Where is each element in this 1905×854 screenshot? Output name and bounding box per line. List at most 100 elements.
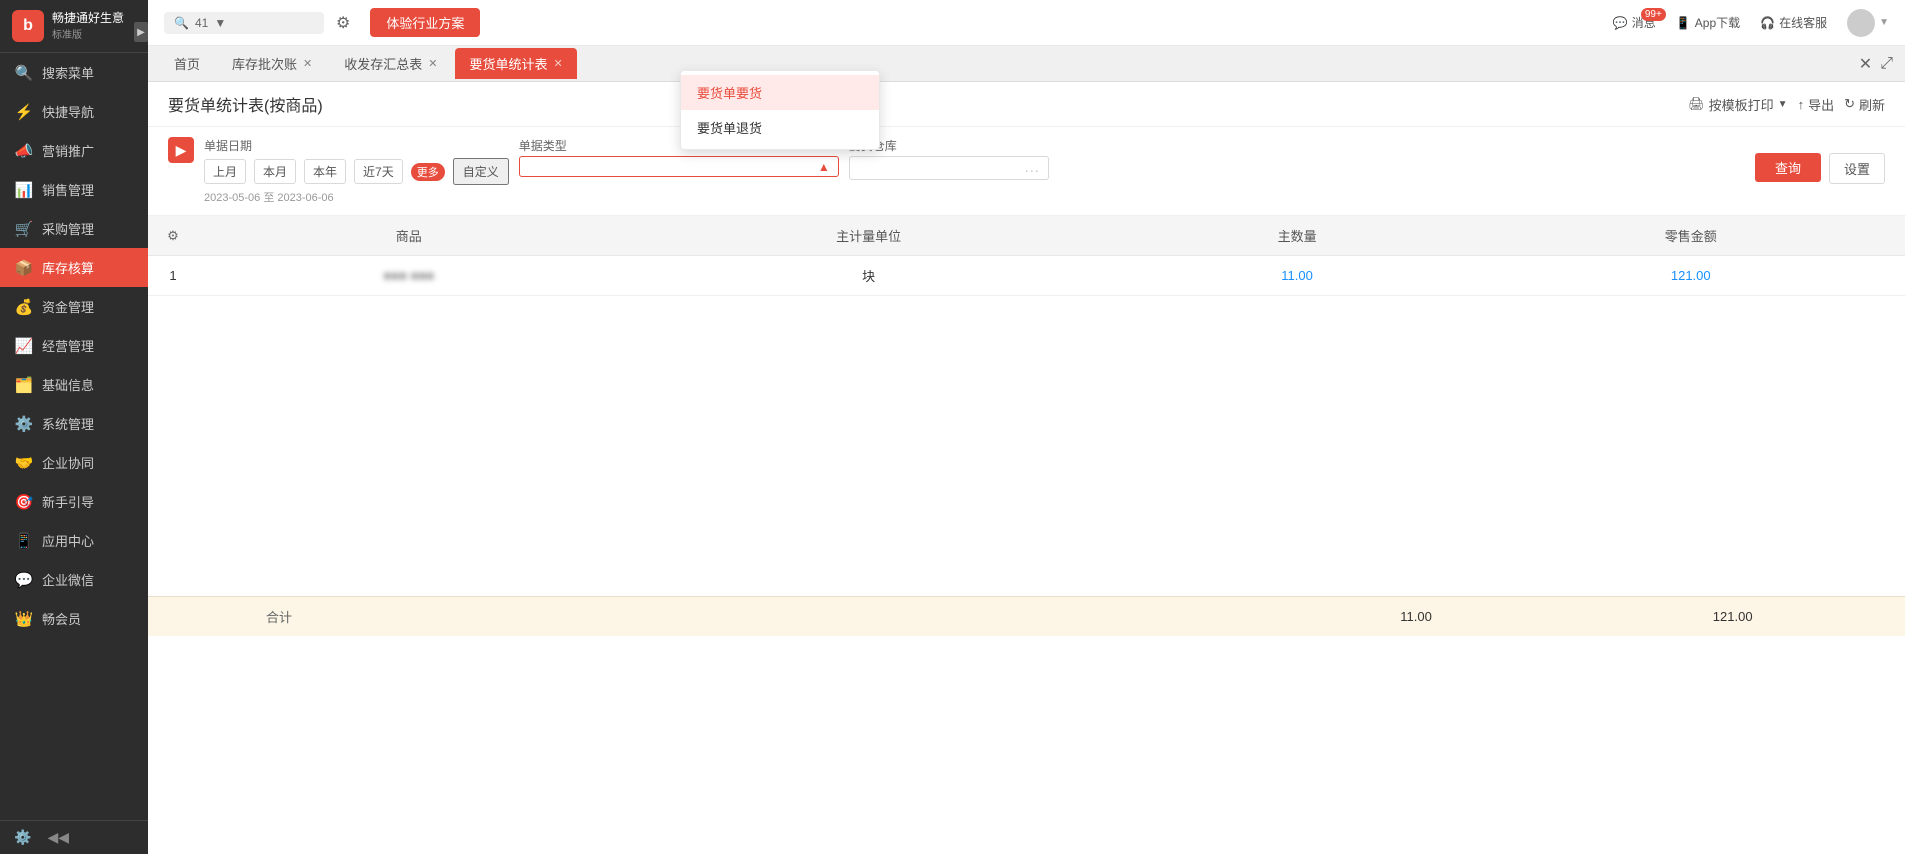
- crown-icon: 👑: [14, 610, 34, 628]
- tab-batch[interactable]: 库存批次账 ✕: [218, 48, 326, 79]
- tab-close-batch[interactable]: ✕: [303, 57, 312, 70]
- filter-settings-btn[interactable]: 设置: [1829, 153, 1885, 184]
- sidebar-menu: 🔍 搜索菜单 ⚡ 快捷导航 📣 营销推广 📊 销售管理 🛒 采购管理 📦 库存核…: [0, 53, 148, 820]
- column-settings-icon[interactable]: ⚙: [167, 228, 179, 243]
- footer-quantity: 11.00: [1258, 609, 1575, 624]
- col-amount: 零售金额: [1477, 216, 1905, 256]
- type-filter-input-wrapper[interactable]: ▲: [519, 156, 839, 177]
- tab-home[interactable]: 首页: [160, 48, 214, 79]
- sidebar-item-purchase[interactable]: 🛒 采购管理: [0, 209, 148, 248]
- money-icon: 💰: [14, 298, 34, 316]
- chevron-down-print-icon: ▼: [1778, 99, 1788, 110]
- app-name: 畅捷通好生意 标准版: [52, 11, 124, 42]
- user-avatar[interactable]: ▼: [1847, 9, 1889, 37]
- filter-bar: ▶ 单据日期 上月 本月 本年 近7天 更多 自定义 2023-05-06 至 …: [148, 127, 1905, 216]
- sidebar-footer: ⚙️ ◀◀: [0, 820, 148, 854]
- sidebar: b 畅捷通好生意 标准版 ▶ 🔍 搜索菜单 ⚡ 快捷导航 📣 营销推广 📊 销售…: [0, 0, 148, 854]
- app-download-btn[interactable]: 📱 App下载: [1676, 14, 1740, 31]
- ellipsis-icon[interactable]: …: [1024, 159, 1040, 177]
- box-icon: 📦: [14, 259, 34, 277]
- date-custom-btn[interactable]: 自定义: [453, 158, 509, 185]
- filter-expand-btn[interactable]: ▶: [168, 137, 194, 163]
- empty-area: [148, 296, 1905, 596]
- tab-expand-btn[interactable]: ⤢: [1880, 55, 1893, 73]
- sidebar-item-guide[interactable]: 🎯 新手引导: [0, 482, 148, 521]
- online-service-btn[interactable]: 🎧 在线客服: [1760, 14, 1827, 31]
- handshake-icon: 🤝: [14, 454, 34, 472]
- export-icon: ↑: [1798, 97, 1805, 112]
- sidebar-item-system[interactable]: ⚙️ 系统管理: [0, 404, 148, 443]
- sidebar-item-apps[interactable]: 📱 应用中心: [0, 521, 148, 560]
- notification-btn[interactable]: 💬 消息 99+: [1613, 14, 1656, 31]
- tab-requisition[interactable]: 要货单统计表 ✕: [455, 48, 576, 79]
- table-body: 1 ■■■ ■■■ 块 11.00 121.00: [148, 256, 1905, 296]
- tab-close-receive[interactable]: ✕: [428, 57, 437, 70]
- chevron-down-icon: ▼: [214, 16, 226, 30]
- col-settings[interactable]: ⚙: [148, 216, 198, 256]
- collapse-icon[interactable]: ◀◀: [47, 829, 69, 846]
- type-filter-input[interactable]: [528, 159, 818, 174]
- date-range-text: 2023-05-06 至 2023-06-06: [204, 189, 509, 205]
- type-dropdown: 要货单要货 要货单退货: [680, 82, 880, 150]
- printer-icon: 🖨: [1688, 96, 1705, 112]
- refresh-btn[interactable]: ↻ 刷新: [1844, 95, 1885, 114]
- sidebar-item-inventory[interactable]: 📦 库存核算: [0, 248, 148, 287]
- footer-amount: 121.00: [1574, 609, 1891, 624]
- date-last-7-days-btn[interactable]: 近7天: [354, 159, 403, 184]
- col-unit: 主计量单位: [620, 216, 1118, 256]
- folder-icon: 🗂️: [14, 376, 34, 394]
- col-product: 商品: [198, 216, 620, 256]
- page-header: 要货单统计表(按商品) 🖨 按模板打印 ▼ ↑ 导出 ↻ 刷新: [148, 82, 1905, 127]
- search-icon: 🔍: [14, 64, 34, 82]
- print-btn[interactable]: 🖨 按模板打印 ▼: [1688, 95, 1787, 114]
- cart-icon: 🛒: [14, 220, 34, 238]
- sidebar-item-member[interactable]: 👑 畅会员: [0, 599, 148, 638]
- chevron-down-user-icon: ▼: [1879, 17, 1889, 28]
- cell-no: 1: [148, 256, 198, 296]
- export-btn[interactable]: ↑ 导出: [1798, 95, 1835, 114]
- date-last-month-btn[interactable]: 上月: [204, 159, 246, 184]
- page-content: 要货单统计表(按商品) 🖨 按模板打印 ▼ ↑ 导出 ↻ 刷新 ▶: [148, 82, 1905, 854]
- date-this-year-btn[interactable]: 本年: [304, 159, 346, 184]
- cell-amount[interactable]: 121.00: [1477, 256, 1905, 296]
- settings-icon[interactable]: ⚙️: [14, 829, 31, 846]
- table-wrapper: ⚙ 商品 主计量单位 主数量 零售金额 1 ■■■ ■■■ 块: [148, 216, 1905, 296]
- sidebar-item-sales[interactable]: 📊 销售管理: [0, 170, 148, 209]
- chart-icon: 📊: [14, 181, 34, 199]
- sidebar-item-wechat[interactable]: 💬 企业微信: [0, 560, 148, 599]
- sidebar-logo: b 畅捷通好生意 标准版: [0, 0, 148, 53]
- dropdown-item-requisition-return[interactable]: 要货单退货: [681, 110, 879, 145]
- sidebar-item-operations[interactable]: 📈 经营管理: [0, 326, 148, 365]
- tab-bar-actions: ✕ ⤢: [1859, 54, 1893, 74]
- warehouse-filter-input-wrapper[interactable]: …: [849, 156, 1049, 180]
- query-btn[interactable]: 查询: [1755, 153, 1821, 182]
- bell-icon: 💬: [1613, 16, 1628, 30]
- chevron-up-icon[interactable]: ▲: [818, 160, 830, 174]
- table-footer: 合计 11.00 121.00: [148, 596, 1905, 636]
- cell-quantity[interactable]: 11.00: [1118, 256, 1477, 296]
- data-table: ⚙ 商品 主计量单位 主数量 零售金额 1 ■■■ ■■■ 块: [148, 216, 1905, 296]
- tab-receive[interactable]: 收发存汇总表 ✕: [330, 48, 451, 79]
- lightning-icon: ⚡: [14, 103, 34, 121]
- tab-close-requisition[interactable]: ✕: [554, 57, 563, 70]
- date-this-month-btn[interactable]: 本月: [254, 159, 296, 184]
- date-filter-row: 上月 本月 本年 近7天 更多 自定义: [204, 158, 509, 185]
- header-search[interactable]: 🔍 41 ▼: [164, 12, 324, 34]
- sidebar-item-enterprise[interactable]: 🤝 企业协同: [0, 443, 148, 482]
- date-more-badge[interactable]: 更多: [411, 163, 445, 181]
- tab-close-all-btn[interactable]: ✕: [1859, 54, 1872, 74]
- filter-actions: 查询 设置: [1755, 137, 1885, 184]
- settings-gear-icon[interactable]: ⚙: [336, 13, 350, 33]
- sidebar-item-basic[interactable]: 🗂️ 基础信息: [0, 365, 148, 404]
- sidebar-item-finance[interactable]: 💰 资金管理: [0, 287, 148, 326]
- megaphone-icon: 📣: [14, 142, 34, 160]
- dropdown-item-requisition-order[interactable]: 要货单要货: [681, 82, 879, 110]
- trial-btn[interactable]: 体验行业方案: [370, 8, 480, 37]
- main-area: 🔍 41 ▼ ⚙ 体验行业方案 💬 消息 99+ 📱 App下载 🎧 在线客服 …: [148, 0, 1905, 854]
- sidebar-item-marketing[interactable]: 📣 营销推广: [0, 131, 148, 170]
- date-filter-group: 单据日期 上月 本月 本年 近7天 更多 自定义 2023-05-06 至 20…: [204, 137, 509, 205]
- sidebar-item-shortcut[interactable]: ⚡ 快捷导航: [0, 92, 148, 131]
- sidebar-item-search[interactable]: 🔍 搜索菜单: [0, 53, 148, 92]
- warehouse-filter-input[interactable]: [858, 161, 1024, 176]
- avatar: [1847, 9, 1875, 37]
